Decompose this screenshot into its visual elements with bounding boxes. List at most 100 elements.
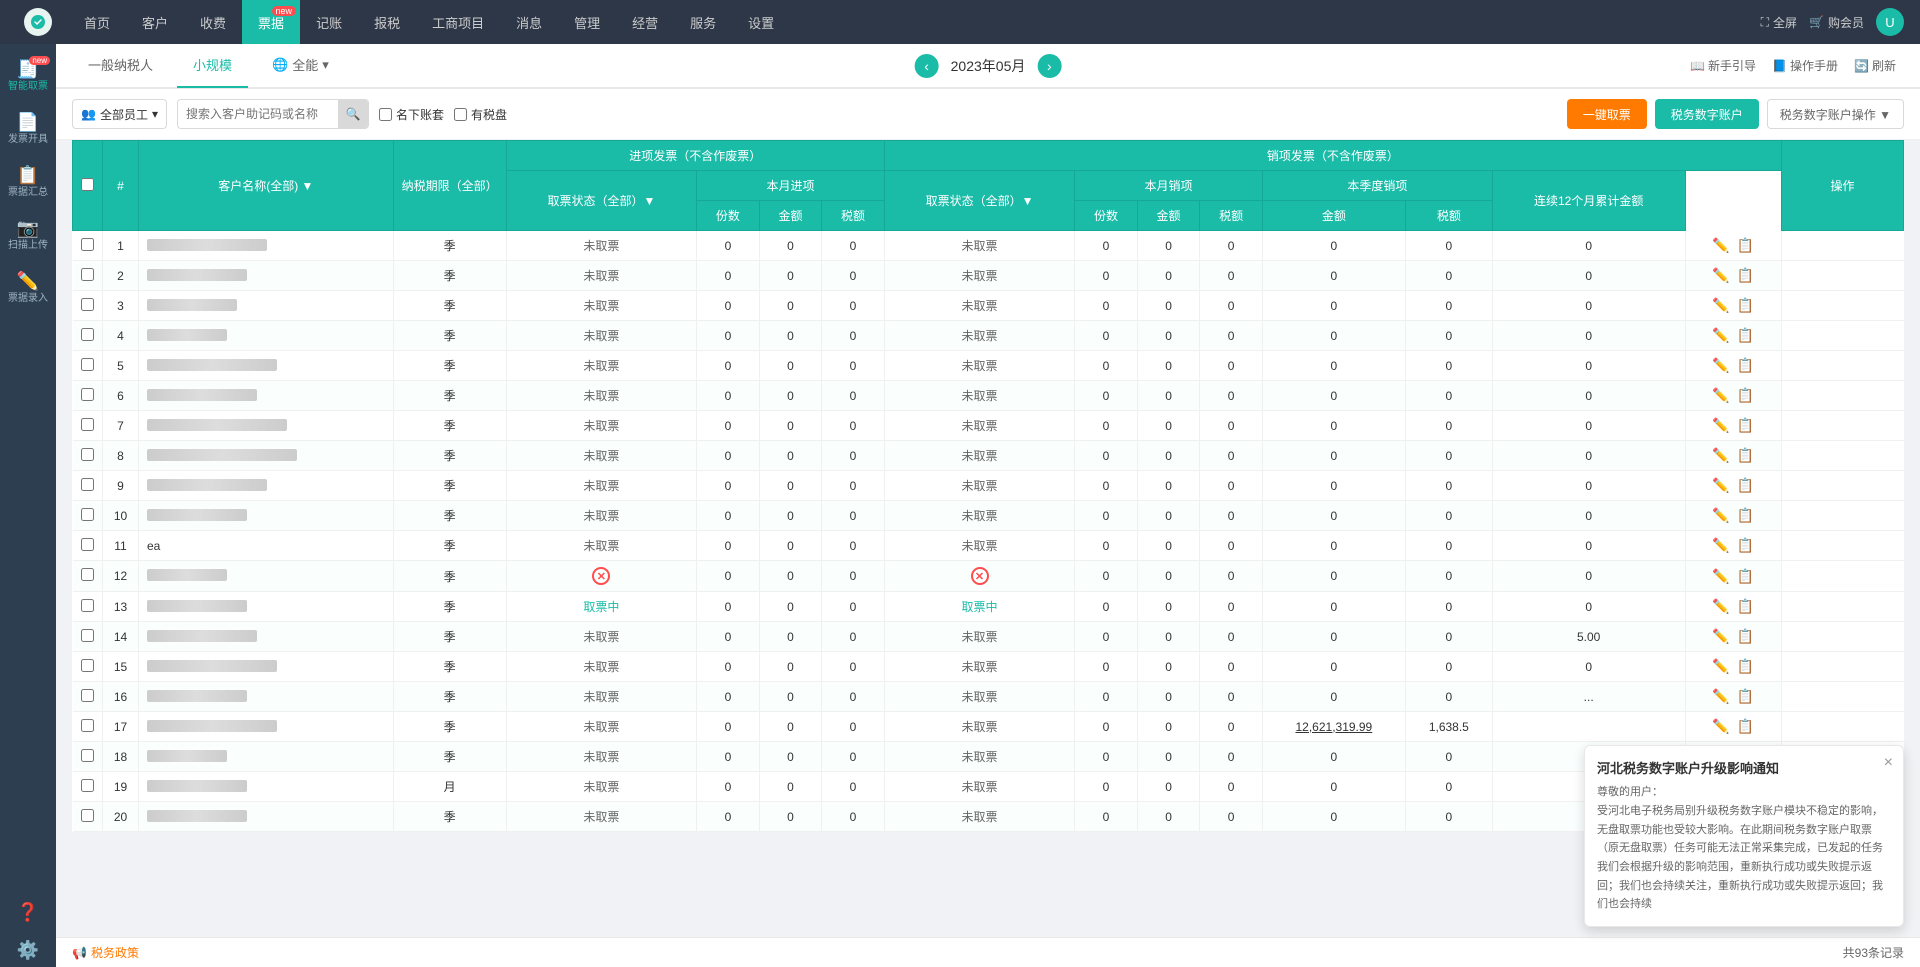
row-checkbox[interactable] (81, 809, 94, 822)
nav-item-invoice[interactable]: 票据 new (242, 0, 300, 44)
copy-icon[interactable]: 📋 (1737, 688, 1754, 704)
nav-item-service[interactable]: 服务 (674, 0, 732, 44)
copy-icon[interactable]: 📋 (1737, 327, 1754, 343)
copy-icon[interactable]: 📋 (1737, 477, 1754, 493)
edit-icon[interactable]: ✏️ (1712, 267, 1729, 283)
row-checkbox[interactable] (81, 749, 94, 762)
row-checkbox[interactable] (81, 599, 94, 612)
row-checkbox[interactable] (81, 719, 94, 732)
upgrade-btn[interactable]: 🛒 购会员 (1809, 14, 1864, 31)
tab-all-ability[interactable]: 🌐 全能 ▾ (256, 44, 345, 88)
th-tax-period[interactable]: 纳税期限（全部） (393, 141, 506, 231)
user-avatar[interactable]: U (1876, 8, 1904, 36)
row-checkbox[interactable] (81, 689, 94, 702)
sidebar-item-settings-bottom[interactable]: ⚙️ (2, 933, 54, 967)
nav-item-operation[interactable]: 经营 (616, 0, 674, 44)
edit-icon[interactable]: ✏️ (1712, 477, 1729, 493)
edit-icon[interactable]: ✏️ (1712, 357, 1729, 373)
copy-icon[interactable]: 📋 (1737, 387, 1754, 403)
th-out-status[interactable]: 取票状态（全部）▼ (884, 171, 1074, 231)
edit-icon[interactable]: ✏️ (1712, 688, 1729, 704)
nav-item-tax[interactable]: 报税 (358, 0, 416, 44)
copy-icon[interactable]: 📋 (1737, 267, 1754, 283)
edit-icon[interactable]: ✏️ (1712, 658, 1729, 674)
nav-item-settings[interactable]: 设置 (732, 0, 790, 44)
tab-small-scale[interactable]: 小规模 (177, 44, 248, 88)
nav-item-billing[interactable]: 收费 (184, 0, 242, 44)
row-checkbox[interactable] (81, 448, 94, 461)
edit-icon[interactable]: ✏️ (1712, 387, 1729, 403)
row-checkbox[interactable] (81, 629, 94, 642)
checkbox-subordinate[interactable]: 名下账套 (379, 106, 444, 123)
logo[interactable] (16, 0, 60, 44)
copy-icon[interactable]: 📋 (1737, 537, 1754, 553)
edit-icon[interactable]: ✏️ (1712, 297, 1729, 313)
row-checkbox[interactable] (81, 238, 94, 251)
search-input[interactable] (178, 107, 338, 121)
edit-icon[interactable]: ✏️ (1712, 237, 1729, 253)
fullscreen-btn[interactable]: ⛶ 全屏 (1761, 14, 1797, 31)
row-checkbox[interactable] (81, 328, 94, 341)
manual-link[interactable]: 📘 操作手册 (1772, 57, 1838, 74)
edit-icon[interactable]: ✏️ (1712, 568, 1729, 584)
row-checkbox[interactable] (81, 508, 94, 521)
row-checkbox[interactable] (81, 298, 94, 311)
select-all-checkbox[interactable] (81, 178, 94, 191)
guide-link[interactable]: 📖 新手引导 (1690, 57, 1756, 74)
sidebar-item-open-invoice[interactable]: 📄 发票开具 (2, 105, 54, 154)
nav-item-customer[interactable]: 客户 (126, 0, 184, 44)
row-checkbox[interactable] (81, 268, 94, 281)
sidebar-item-summary[interactable]: 📋 票据汇总 (2, 158, 54, 207)
notification-close-btn[interactable]: × (1884, 754, 1893, 772)
next-month-btn[interactable]: › (1037, 54, 1061, 78)
row-checkbox[interactable] (81, 538, 94, 551)
edit-icon[interactable]: ✏️ (1712, 537, 1729, 553)
sidebar-item-entry[interactable]: ✏️ 票据录入 (2, 264, 54, 313)
tax-account-btn[interactable]: 税务数字账户 (1655, 99, 1759, 129)
nav-item-home[interactable]: 首页 (68, 0, 126, 44)
row-checkbox[interactable] (81, 568, 94, 581)
copy-icon[interactable]: 📋 (1737, 658, 1754, 674)
row-checkbox[interactable] (81, 779, 94, 792)
refresh-link[interactable]: 🔄 刷新 (1854, 57, 1896, 74)
prev-month-btn[interactable]: ‹ (915, 54, 939, 78)
copy-icon[interactable]: 📋 (1737, 237, 1754, 253)
row-checkbox[interactable] (81, 358, 94, 371)
th-in-status[interactable]: 取票状态（全部）▼ (506, 171, 696, 231)
sidebar-item-scan[interactable]: 📷 扫描上传 (2, 211, 54, 260)
nav-item-business[interactable]: 工商项目 (416, 0, 500, 44)
tax-policy-link[interactable]: 📢 税务政策 (72, 944, 139, 961)
edit-icon[interactable]: ✏️ (1712, 718, 1729, 734)
tab-general-taxpayer[interactable]: 一般纳税人 (72, 44, 169, 88)
copy-icon[interactable]: 📋 (1737, 718, 1754, 734)
copy-icon[interactable]: 📋 (1737, 447, 1754, 463)
checkbox-tax-disk[interactable]: 有税盘 (454, 106, 507, 123)
copy-icon[interactable]: 📋 (1737, 628, 1754, 644)
edit-icon[interactable]: ✏️ (1712, 628, 1729, 644)
copy-icon[interactable]: 📋 (1737, 568, 1754, 584)
staff-select[interactable]: 👥 全部员工 ▾ (72, 99, 167, 129)
row-checkbox[interactable] (81, 478, 94, 491)
copy-icon[interactable]: 📋 (1737, 598, 1754, 614)
sidebar-item-smart-invoice[interactable]: 🧾 智能取票 new (2, 52, 54, 101)
nav-item-manage[interactable]: 管理 (558, 0, 616, 44)
row-checkbox[interactable] (81, 388, 94, 401)
copy-icon[interactable]: 📋 (1737, 357, 1754, 373)
th-customer-name[interactable]: 客户名称(全部) ▼ (139, 141, 394, 231)
copy-icon[interactable]: 📋 (1737, 507, 1754, 523)
copy-icon[interactable]: 📋 (1737, 297, 1754, 313)
quick-invoice-btn[interactable]: 一键取票 (1567, 99, 1647, 129)
nav-item-message[interactable]: 消息 (500, 0, 558, 44)
edit-icon[interactable]: ✏️ (1712, 598, 1729, 614)
edit-icon[interactable]: ✏️ (1712, 417, 1729, 433)
tax-account-ops-btn[interactable]: 税务数字账户操作 ▼ (1767, 99, 1904, 129)
nav-item-accounting[interactable]: 记账 (300, 0, 358, 44)
edit-icon[interactable]: ✏️ (1712, 327, 1729, 343)
row-checkbox[interactable] (81, 659, 94, 672)
sidebar-item-help[interactable]: ❓ (2, 895, 54, 929)
row-checkbox[interactable] (81, 418, 94, 431)
edit-icon[interactable]: ✏️ (1712, 447, 1729, 463)
edit-icon[interactable]: ✏️ (1712, 507, 1729, 523)
search-button[interactable]: 🔍 (338, 99, 368, 129)
copy-icon[interactable]: 📋 (1737, 417, 1754, 433)
